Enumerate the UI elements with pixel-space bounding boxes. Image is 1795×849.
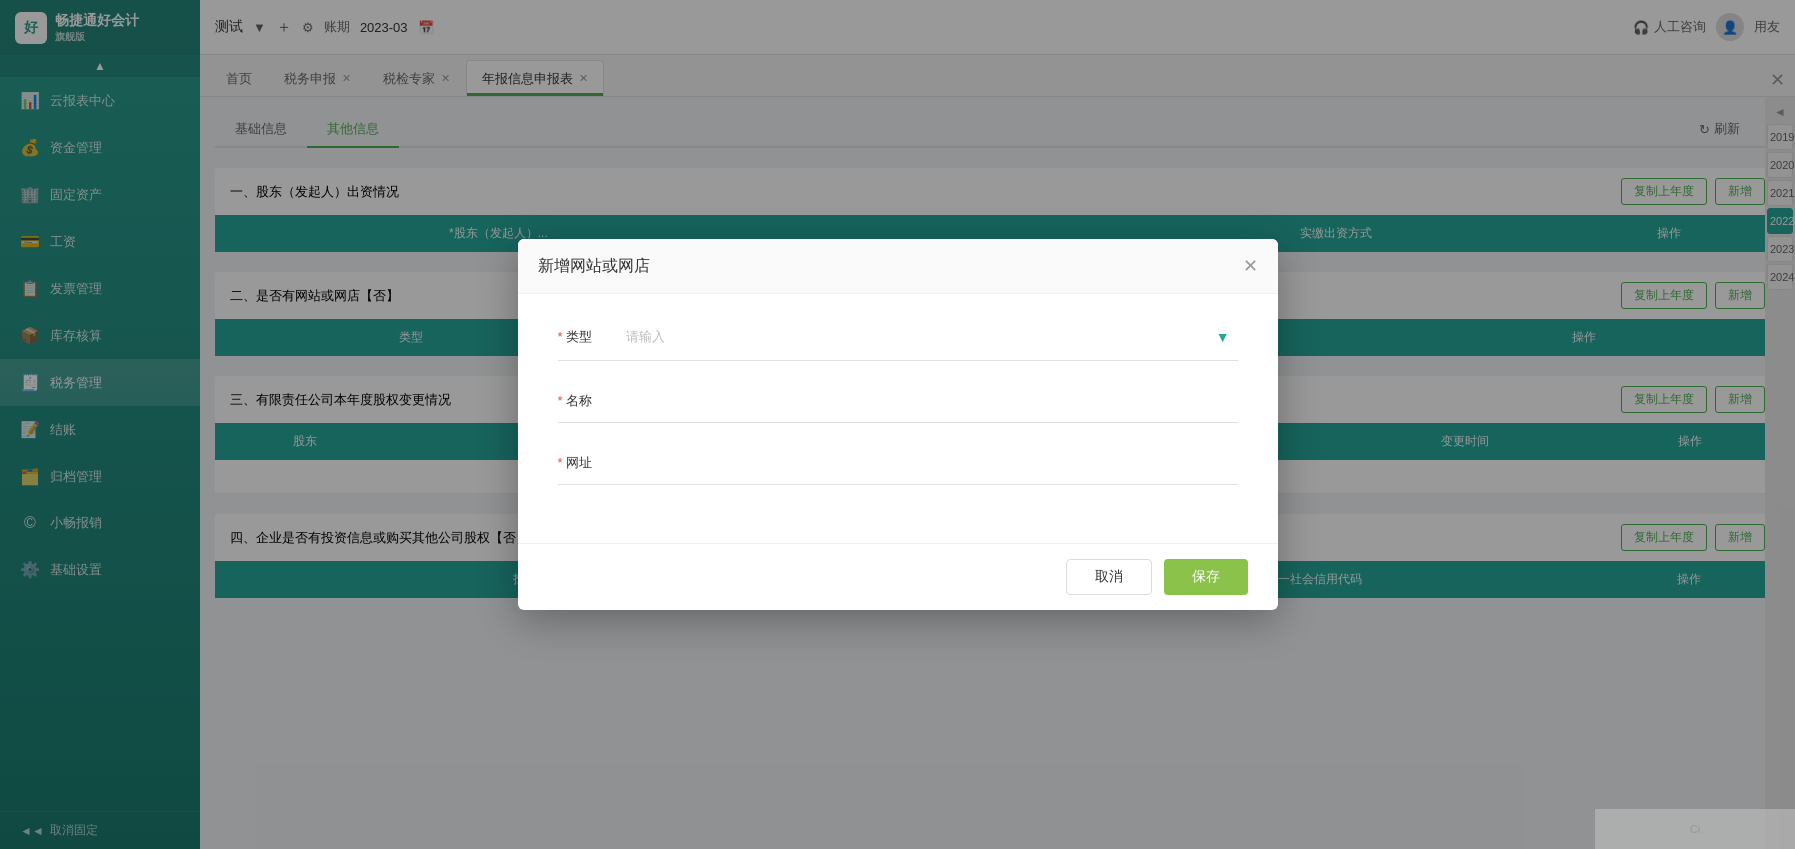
add-website-modal: 新增网站或网店 ✕ * 类型 请输入 ▼ * 名称 [518,239,1278,610]
modal-title: 新增网站或网店 [538,256,650,277]
name-input[interactable] [618,389,1238,412]
cancel-button[interactable]: 取消 [1066,559,1152,595]
url-label: * 网址 [558,454,618,472]
type-label: * 类型 [558,328,618,346]
modal-overlay: 新增网站或网店 ✕ * 类型 请输入 ▼ * 名称 [0,0,1795,849]
type-select[interactable]: 请输入 ▼ [618,324,1238,350]
watermark: Ci [1595,809,1795,849]
form-field-type: * 类型 请输入 ▼ [558,324,1238,361]
required-mark-name: * [558,393,563,408]
modal-body: * 类型 请输入 ▼ * 名称 * 网址 [518,294,1278,543]
save-button[interactable]: 保存 [1164,559,1248,595]
modal-close-button[interactable]: ✕ [1243,255,1258,277]
required-mark-url: * [558,455,563,470]
required-mark: * [558,329,563,344]
type-placeholder: 请输入 [626,328,665,346]
form-field-url: * 网址 [558,451,1238,485]
form-field-name: * 名称 [558,389,1238,423]
dropdown-arrow-icon: ▼ [1216,329,1230,345]
modal-footer: 取消 保存 [518,543,1278,610]
modal-header: 新增网站或网店 ✕ [518,239,1278,294]
url-input[interactable] [618,451,1238,474]
name-label: * 名称 [558,392,618,410]
